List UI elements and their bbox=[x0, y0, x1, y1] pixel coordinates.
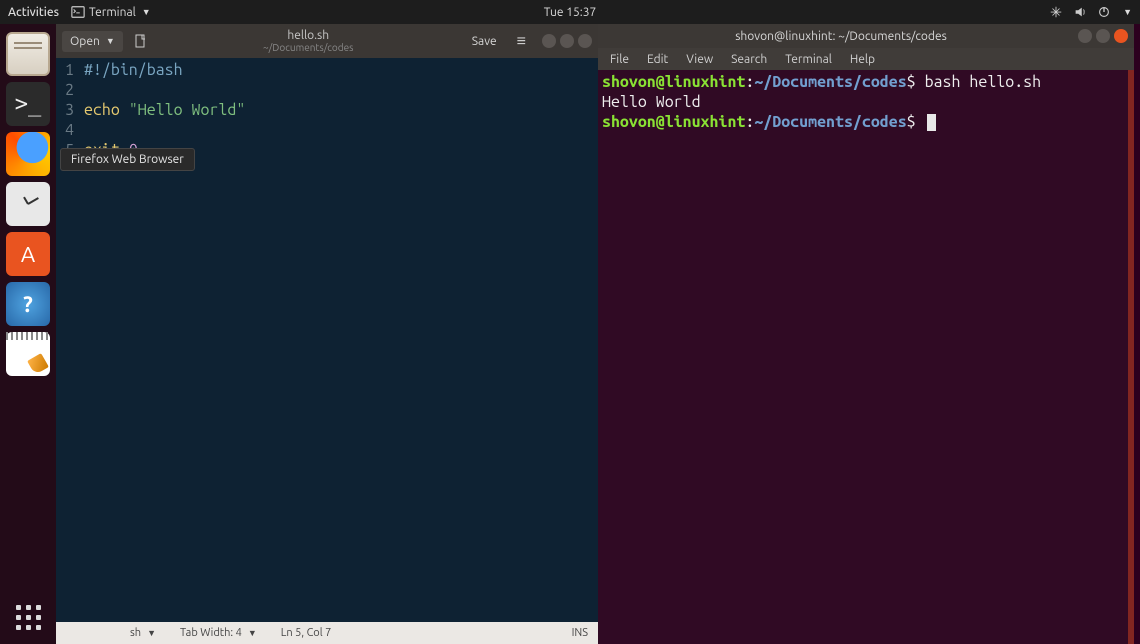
new-document-button[interactable] bbox=[129, 29, 153, 53]
system-menu-chevron-icon[interactable]: ▼ bbox=[1123, 7, 1132, 17]
terminal-menubar: FileEditViewSearchTerminalHelp bbox=[598, 48, 1134, 70]
show-applications-icon[interactable] bbox=[16, 605, 41, 630]
maximize-button[interactable] bbox=[560, 34, 574, 48]
app-indicator-label: Terminal bbox=[89, 6, 136, 19]
terminal-title: shovon@linuxhint: ~/Documents/codes bbox=[604, 30, 1078, 43]
minimize-button[interactable] bbox=[542, 34, 556, 48]
insert-mode-label: INS bbox=[572, 627, 588, 639]
terminal-icon[interactable]: >_ bbox=[6, 82, 50, 126]
terminal-output[interactable]: shovon@linuxhint:~/Documents/codes$ bash… bbox=[598, 70, 1134, 644]
cursor-position: Ln 5, Col 7 bbox=[281, 627, 332, 639]
menu-file[interactable]: File bbox=[602, 51, 637, 68]
maximize-button[interactable] bbox=[1096, 29, 1110, 43]
gedit-statusbar: sh ▼ Tab Width: 4 ▼ Ln 5, Col 7 INS bbox=[56, 622, 598, 644]
language-selector[interactable]: sh ▼ bbox=[130, 627, 156, 639]
activities-button[interactable]: Activities bbox=[8, 6, 59, 19]
language-label: sh bbox=[130, 627, 141, 639]
chevron-down-icon: ▼ bbox=[248, 628, 257, 638]
menu-help[interactable]: Help bbox=[842, 51, 883, 68]
network-icon[interactable] bbox=[1049, 5, 1063, 19]
editor-area[interactable]: 12345 #!/bin/bashecho "Hello World"exit … bbox=[56, 58, 598, 622]
ubuntu-dock: >_ A ? bbox=[0, 24, 56, 644]
code-content[interactable]: #!/bin/bashecho "Hello World"exit 0 bbox=[78, 58, 249, 622]
gedit-filename: hello.sh bbox=[159, 29, 458, 42]
power-icon[interactable] bbox=[1097, 5, 1111, 19]
line-number-gutter: 12345 bbox=[56, 58, 78, 622]
close-button[interactable] bbox=[1114, 29, 1128, 43]
files-icon[interactable] bbox=[6, 32, 50, 76]
terminal-small-icon bbox=[71, 5, 85, 19]
minimize-button[interactable] bbox=[1078, 29, 1092, 43]
app-indicator[interactable]: Terminal ▼ bbox=[71, 5, 151, 19]
chevron-down-icon: ▼ bbox=[147, 628, 156, 638]
menu-view[interactable]: View bbox=[678, 51, 721, 68]
new-document-icon bbox=[133, 33, 149, 49]
gnome-top-bar: Activities Terminal ▼ Tue 15:37 ▼ bbox=[0, 0, 1140, 24]
gedit-headerbar: Open ▼ hello.sh ~/Documents/codes Save ≡ bbox=[56, 24, 598, 58]
help-icon[interactable]: ? bbox=[6, 282, 50, 326]
chevron-down-icon: ▼ bbox=[106, 36, 115, 46]
menu-edit[interactable]: Edit bbox=[639, 51, 676, 68]
gedit-path: ~/Documents/codes bbox=[159, 42, 458, 53]
software-icon[interactable]: A bbox=[6, 232, 50, 276]
terminal-titlebar: shovon@linuxhint: ~/Documents/codes bbox=[598, 24, 1134, 48]
gedit-title: hello.sh ~/Documents/codes bbox=[159, 29, 458, 53]
volume-icon[interactable] bbox=[1073, 5, 1087, 19]
save-button[interactable]: Save bbox=[464, 31, 505, 52]
hamburger-menu-button[interactable]: ≡ bbox=[511, 32, 532, 51]
chevron-down-icon: ▼ bbox=[142, 7, 151, 17]
clock-label[interactable]: Tue 15:37 bbox=[544, 6, 597, 19]
text-editor-icon[interactable] bbox=[6, 332, 50, 376]
open-button-label: Open bbox=[70, 35, 100, 48]
gnome-terminal-window: shovon@linuxhint: ~/Documents/codes File… bbox=[598, 24, 1134, 644]
open-button[interactable]: Open ▼ bbox=[62, 31, 123, 52]
clock-icon[interactable] bbox=[6, 182, 50, 226]
tab-width-selector[interactable]: Tab Width: 4 ▼ bbox=[180, 627, 257, 639]
menu-search[interactable]: Search bbox=[723, 51, 775, 68]
menu-terminal[interactable]: Terminal bbox=[777, 51, 840, 68]
dock-tooltip: Firefox Web Browser bbox=[60, 148, 195, 171]
close-button[interactable] bbox=[578, 34, 592, 48]
scrollbar[interactable] bbox=[1128, 70, 1134, 644]
firefox-icon[interactable] bbox=[6, 132, 50, 176]
tab-width-label: Tab Width: 4 bbox=[180, 627, 242, 639]
gedit-window: Open ▼ hello.sh ~/Documents/codes Save ≡… bbox=[56, 24, 598, 644]
